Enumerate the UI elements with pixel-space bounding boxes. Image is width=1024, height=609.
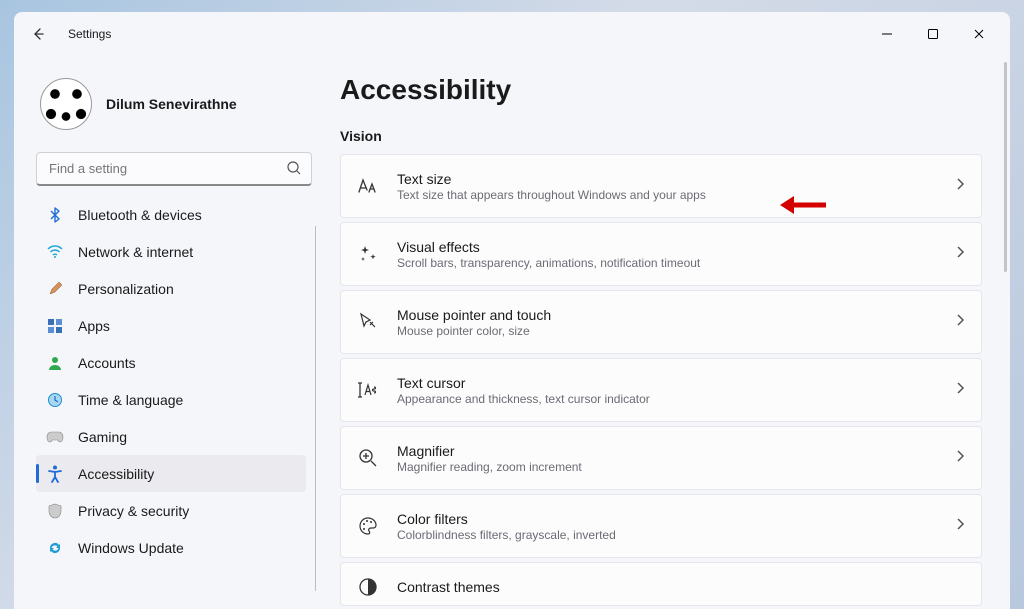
apps-icon bbox=[46, 317, 64, 335]
card-title: Text size bbox=[397, 171, 955, 187]
sidebar-item-personalization[interactable]: Personalization bbox=[36, 270, 306, 307]
scrollbar[interactable] bbox=[1004, 62, 1007, 272]
profile[interactable]: Dilum Senevirathne bbox=[36, 56, 318, 148]
sidebar-item-label: Accounts bbox=[78, 355, 136, 371]
sidebar-item-label: Gaming bbox=[78, 429, 127, 445]
card-visual-effects[interactable]: Visual effects Scroll bars, transparency… bbox=[340, 222, 982, 286]
close-button[interactable] bbox=[956, 18, 1002, 50]
chevron-right-icon bbox=[955, 313, 965, 332]
bluetooth-icon bbox=[46, 206, 64, 224]
sidebar-item-label: Bluetooth & devices bbox=[78, 207, 202, 223]
chevron-right-icon bbox=[955, 449, 965, 468]
chevron-right-icon bbox=[955, 245, 965, 264]
search-icon bbox=[286, 160, 302, 181]
back-button[interactable] bbox=[22, 18, 54, 50]
globe-clock-icon bbox=[46, 391, 64, 409]
chevron-right-icon bbox=[955, 177, 965, 196]
sidebar-item-label: Network & internet bbox=[78, 244, 193, 260]
sidebar-item-label: Apps bbox=[78, 318, 110, 334]
text-size-icon bbox=[355, 173, 381, 199]
main-content: Accessibility Vision Text size Text size… bbox=[318, 56, 1010, 609]
card-sub: Text size that appears throughout Window… bbox=[397, 188, 955, 202]
minimize-button[interactable] bbox=[864, 18, 910, 50]
card-sub: Magnifier reading, zoom increment bbox=[397, 460, 955, 474]
sidebar: Dilum Senevirathne Bluetooth & devices N bbox=[36, 56, 318, 609]
card-sub: Scroll bars, transparency, animations, n… bbox=[397, 256, 955, 270]
sidebar-item-bluetooth[interactable]: Bluetooth & devices bbox=[36, 196, 306, 233]
card-title: Text cursor bbox=[397, 375, 955, 391]
sidebar-item-label: Windows Update bbox=[78, 540, 184, 556]
person-icon bbox=[46, 354, 64, 372]
annotation-arrow bbox=[778, 193, 828, 222]
sidebar-item-label: Accessibility bbox=[78, 466, 154, 482]
sidebar-item-accessibility[interactable]: Accessibility bbox=[36, 455, 306, 492]
sidebar-item-time[interactable]: Time & language bbox=[36, 381, 306, 418]
card-title: Contrast themes bbox=[397, 579, 965, 595]
card-title: Color filters bbox=[397, 511, 955, 527]
avatar bbox=[40, 78, 92, 130]
sidebar-item-apps[interactable]: Apps bbox=[36, 307, 306, 344]
card-sub: Colorblindness filters, grayscale, inver… bbox=[397, 528, 955, 542]
card-magnifier[interactable]: Magnifier Magnifier reading, zoom increm… bbox=[340, 426, 982, 490]
maximize-button[interactable] bbox=[910, 18, 956, 50]
card-text-size[interactable]: Text size Text size that appears through… bbox=[340, 154, 982, 218]
shield-icon bbox=[46, 502, 64, 520]
card-list: Text size Text size that appears through… bbox=[340, 154, 1000, 606]
window-title: Settings bbox=[68, 27, 111, 41]
titlebar: Settings bbox=[14, 12, 1010, 56]
gamepad-icon bbox=[46, 428, 64, 446]
wifi-icon bbox=[46, 243, 64, 261]
arrow-left-icon bbox=[30, 26, 46, 42]
sidebar-item-privacy[interactable]: Privacy & security bbox=[36, 492, 306, 529]
window-controls bbox=[864, 18, 1002, 50]
update-icon bbox=[46, 539, 64, 557]
nav: Bluetooth & devices Network & internet P… bbox=[36, 196, 318, 609]
palette-icon bbox=[355, 513, 381, 539]
search-input[interactable] bbox=[36, 152, 312, 186]
sidebar-item-label: Personalization bbox=[78, 281, 174, 297]
card-title: Visual effects bbox=[397, 239, 955, 255]
sidebar-item-accounts[interactable]: Accounts bbox=[36, 344, 306, 381]
search-wrap bbox=[36, 152, 312, 186]
contrast-icon bbox=[355, 574, 381, 600]
card-sub: Appearance and thickness, text cursor in… bbox=[397, 392, 955, 406]
sidebar-item-update[interactable]: Windows Update bbox=[36, 529, 306, 566]
sidebar-item-gaming[interactable]: Gaming bbox=[36, 418, 306, 455]
accessibility-icon bbox=[46, 465, 64, 483]
card-contrast-themes[interactable]: Contrast themes bbox=[340, 562, 982, 606]
card-text-cursor[interactable]: Text cursor Appearance and thickness, te… bbox=[340, 358, 982, 422]
sidebar-item-network[interactable]: Network & internet bbox=[36, 233, 306, 270]
card-mouse-pointer[interactable]: Mouse pointer and touch Mouse pointer co… bbox=[340, 290, 982, 354]
sparkle-icon bbox=[355, 241, 381, 267]
card-sub: Mouse pointer color, size bbox=[397, 324, 955, 338]
chevron-right-icon bbox=[955, 381, 965, 400]
chevron-right-icon bbox=[955, 517, 965, 536]
card-title: Mouse pointer and touch bbox=[397, 307, 955, 323]
sidebar-item-label: Privacy & security bbox=[78, 503, 189, 519]
text-cursor-icon bbox=[355, 377, 381, 403]
magnifier-icon bbox=[355, 445, 381, 471]
card-color-filters[interactable]: Color filters Colorblindness filters, gr… bbox=[340, 494, 982, 558]
paintbrush-icon bbox=[46, 280, 64, 298]
sidebar-item-label: Time & language bbox=[78, 392, 183, 408]
profile-name: Dilum Senevirathne bbox=[106, 96, 237, 112]
settings-window: Settings Dilum Senevirathne bbox=[14, 12, 1010, 609]
page-title: Accessibility bbox=[340, 74, 1000, 106]
card-title: Magnifier bbox=[397, 443, 955, 459]
section-label: Vision bbox=[340, 128, 1000, 144]
cursor-icon bbox=[355, 309, 381, 335]
window-body: Dilum Senevirathne Bluetooth & devices N bbox=[14, 56, 1010, 609]
